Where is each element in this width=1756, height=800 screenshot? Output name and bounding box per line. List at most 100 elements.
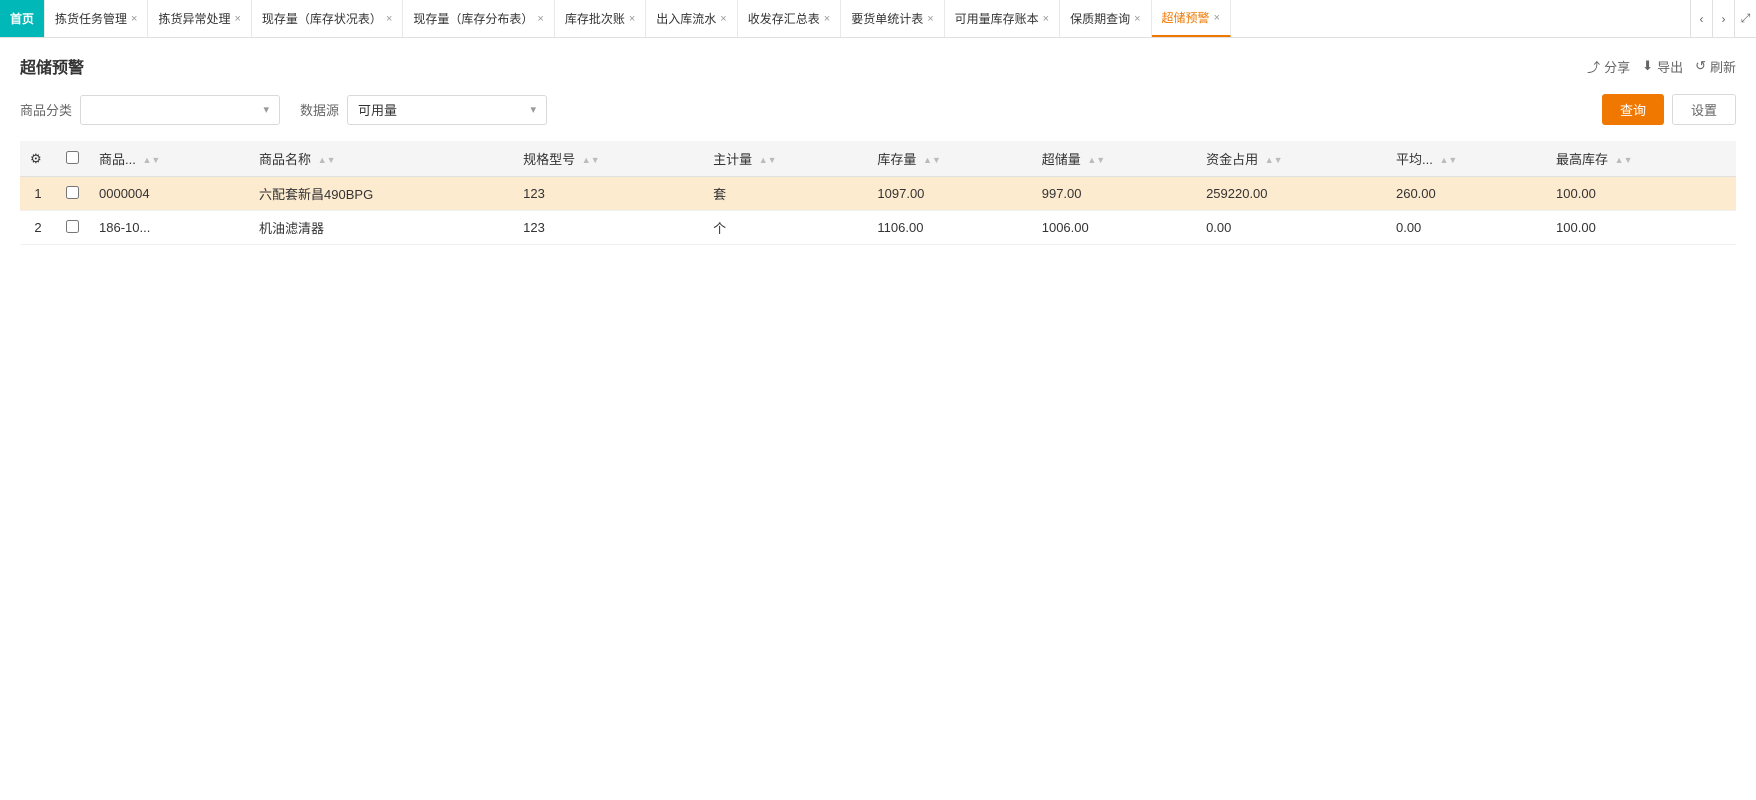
category-select[interactable]: ▾ [80, 95, 280, 125]
nav-tab-label: 现存量（库存状况表） [262, 10, 382, 27]
nav-tab-close[interactable]: × [1043, 13, 1049, 25]
table-body: 1 0000004 六配套新昌490BPG 123 套 1097.00 997.… [20, 177, 1736, 245]
row-product-code: 186-10... [89, 211, 249, 245]
category-filter-label: 商品分类 [20, 100, 72, 119]
product-code-column-header: 商品... ▲▼ [89, 141, 249, 177]
refresh-label: 刷新 [1710, 57, 1736, 76]
row-capital: 259220.00 [1196, 177, 1386, 211]
share-icon: ⤴ [1587, 57, 1600, 76]
nav-tab-label: 超储预警 [1162, 9, 1210, 26]
refresh-icon: ↺ [1695, 58, 1706, 74]
nav-tab-label: 收发存汇总表 [748, 10, 820, 27]
nav-tab-label: 拣货异常处理 [158, 10, 230, 27]
nav-tab-close[interactable]: × [720, 13, 726, 25]
nav-tab-5[interactable]: 库存批次账 × [555, 0, 646, 37]
sort-icon[interactable]: ▲▼ [1087, 156, 1105, 165]
nav-tab-close[interactable]: × [1134, 13, 1140, 25]
sort-icon[interactable]: ▲▼ [582, 156, 600, 165]
export-label: 导出 [1657, 57, 1683, 76]
max-stock-column-header: 最高库存 ▲▼ [1546, 141, 1736, 177]
nav-tab-8[interactable]: 要货单统计表 × [841, 0, 944, 37]
filter-buttons: 查询 设置 [1602, 94, 1736, 125]
nav-tab-label: 保质期查询 [1070, 10, 1130, 27]
nav-tab-6[interactable]: 出入库流水 × [646, 0, 737, 37]
row-checkbox-cell [56, 177, 89, 211]
nav-expand-button[interactable]: ⤢ [1734, 0, 1756, 38]
page-content: 超储预警 ⤴ 分享 ⬇ 导出 ↺ 刷新 商品分类 ▾ 数据源 [0, 38, 1756, 800]
row-stock: 1106.00 [867, 211, 1031, 245]
settings-column-header: ⚙ [20, 141, 56, 177]
stock-column-header: 库存量 ▲▼ [867, 141, 1031, 177]
chevron-down-icon: ▾ [531, 103, 537, 116]
nav-tab-label: 出入库流水 [656, 10, 716, 27]
page-title: 超储预警 [20, 54, 84, 78]
row-index: 1 [20, 177, 56, 211]
row-unit: 个 [703, 211, 867, 245]
row-avg: 0.00 [1386, 211, 1546, 245]
datasource-filter-label: 数据源 [300, 100, 339, 119]
export-button[interactable]: ⬇ 导出 [1642, 57, 1683, 76]
nav-next-button[interactable]: › [1712, 0, 1734, 38]
product-name-column-header: 商品名称 ▲▼ [249, 141, 513, 177]
datasource-select-value: 可用量 [358, 100, 397, 119]
nav-tab-close[interactable]: × [234, 13, 240, 25]
row-avg: 260.00 [1386, 177, 1546, 211]
nav-tab-4[interactable]: 现存量（库存分布表） × [403, 0, 554, 37]
nav-tab-1[interactable]: 拣货任务管理 × [45, 0, 148, 37]
nav-tab-close[interactable]: × [629, 13, 635, 25]
sort-icon[interactable]: ▲▼ [318, 156, 336, 165]
nav-tab-3[interactable]: 现存量（库存状况表） × [252, 0, 403, 37]
table-header-row: ⚙ 商品... ▲▼ 商品名称 ▲▼ 规格型号 ▲▼ 主计 [20, 141, 1736, 177]
nav-tab-close[interactable]: × [131, 13, 137, 25]
sort-icon[interactable]: ▲▼ [1615, 156, 1633, 165]
data-table: ⚙ 商品... ▲▼ 商品名称 ▲▼ 规格型号 ▲▼ 主计 [20, 141, 1736, 245]
sort-icon[interactable]: ▲▼ [759, 156, 777, 165]
nav-home-tab[interactable]: 首页 [0, 0, 45, 37]
row-checkbox[interactable] [66, 220, 79, 233]
sort-icon[interactable]: ▲▼ [1439, 156, 1457, 165]
datasource-select[interactable]: 可用量 ▾ [347, 95, 547, 125]
nav-tab-close[interactable]: × [824, 13, 830, 25]
row-max-stock: 100.00 [1546, 177, 1736, 211]
row-over-stock: 1006.00 [1032, 211, 1196, 245]
row-capital: 0.00 [1196, 211, 1386, 245]
select-all-checkbox[interactable] [66, 151, 79, 164]
nav-tab-close[interactable]: × [386, 13, 392, 25]
row-spec: 123 [513, 211, 703, 245]
nav-tab-label: 现存量（库存分布表） [413, 10, 533, 27]
nav-tab-close[interactable]: × [927, 13, 933, 25]
setting-button[interactable]: 设置 [1672, 94, 1736, 125]
table-row: 1 0000004 六配套新昌490BPG 123 套 1097.00 997.… [20, 177, 1736, 211]
nav-tab-10[interactable]: 保质期查询 × [1060, 0, 1151, 37]
page-header: 超储预警 ⤴ 分享 ⬇ 导出 ↺ 刷新 [20, 54, 1736, 78]
nav-tab-11[interactable]: 超储预警 × [1152, 0, 1231, 37]
nav-tab-2[interactable]: 拣货异常处理 × [148, 0, 251, 37]
avg-column-header: 平均... ▲▼ [1386, 141, 1546, 177]
nav-arrows-container: ‹ › ⤢ [1690, 0, 1756, 38]
nav-tab-7[interactable]: 收发存汇总表 × [738, 0, 841, 37]
row-product-name: 六配套新昌490BPG [249, 177, 513, 211]
nav-tab-9[interactable]: 可用量库存账本 × [945, 0, 1060, 37]
over-stock-column-header: 超储量 ▲▼ [1032, 141, 1196, 177]
row-checkbox[interactable] [66, 186, 79, 199]
share-button[interactable]: ⤴ 分享 [1587, 57, 1630, 76]
unit-column-header: 主计量 ▲▼ [703, 141, 867, 177]
row-stock: 1097.00 [867, 177, 1031, 211]
query-button[interactable]: 查询 [1602, 94, 1664, 125]
gear-icon[interactable]: ⚙ [30, 151, 42, 166]
row-spec: 123 [513, 177, 703, 211]
sort-icon[interactable]: ▲▼ [923, 156, 941, 165]
row-unit: 套 [703, 177, 867, 211]
spec-column-header: 规格型号 ▲▼ [513, 141, 703, 177]
home-tab-label: 首页 [10, 10, 34, 27]
refresh-button[interactable]: ↺ 刷新 [1695, 57, 1736, 76]
header-actions: ⤴ 分享 ⬇ 导出 ↺ 刷新 [1587, 57, 1736, 76]
sort-icon[interactable]: ▲▼ [142, 156, 160, 165]
row-product-name: 机油滤清器 [249, 211, 513, 245]
nav-tab-label: 库存批次账 [565, 10, 625, 27]
datasource-filter: 数据源 可用量 ▾ [300, 95, 547, 125]
sort-icon[interactable]: ▲▼ [1265, 156, 1283, 165]
nav-prev-button[interactable]: ‹ [1690, 0, 1712, 38]
nav-tab-close[interactable]: × [537, 13, 543, 25]
nav-tab-close[interactable]: × [1214, 12, 1220, 24]
